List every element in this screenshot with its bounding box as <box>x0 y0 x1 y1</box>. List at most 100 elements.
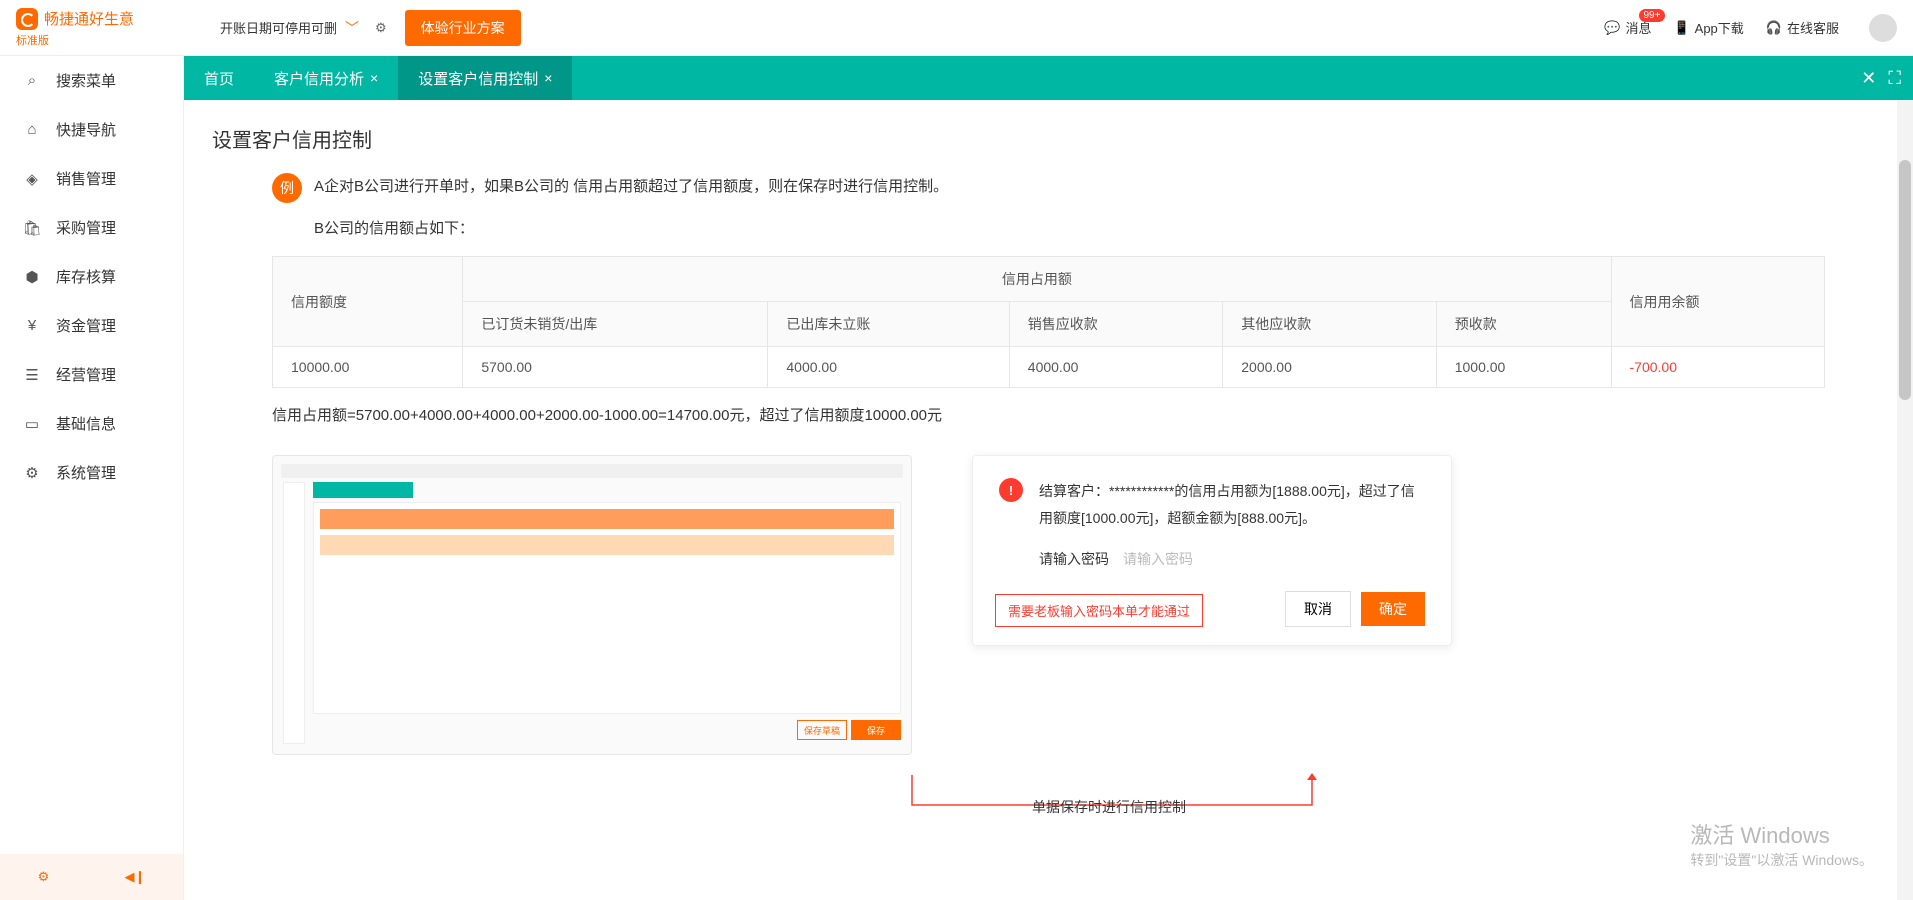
gear-icon: ⚙ <box>22 463 42 483</box>
cell-receivable: 4000.00 <box>1009 347 1222 388</box>
password-callout: 需要老板输入密码本单才能通过 <box>995 594 1203 627</box>
page-title: 设置客户信用控制 <box>212 124 1885 153</box>
app-download-button[interactable]: 📱 App下载 <box>1673 18 1743 37</box>
illustration-row: 保存草稿 保存 ! 结算客户：************的信用占用额为[1888.… <box>272 455 1825 755</box>
sidebar-item-sales[interactable]: ◈ 销售管理 <box>0 154 183 203</box>
phone-icon: 📱 <box>1673 20 1689 36</box>
headset-icon: 🎧 <box>1766 20 1782 36</box>
calculation-text: 信用占用额=5700.00+4000.00+4000.00+2000.00-10… <box>272 404 1825 425</box>
bag-icon: 🛍 <box>22 218 42 238</box>
cancel-button[interactable]: 取消 <box>1285 591 1351 627</box>
settings-icon[interactable]: ⚙ <box>375 20 387 36</box>
cell-prepaid: 1000.00 <box>1436 347 1611 388</box>
sidebar-item-label: 系统管理 <box>56 462 116 483</box>
th-other: 其他应收款 <box>1223 302 1436 347</box>
user-avatar[interactable] <box>1869 14 1897 42</box>
list-icon: ☰ <box>22 365 42 385</box>
sidebar-item-label: 销售管理 <box>56 168 116 189</box>
sidebar-item-label: 快捷导航 <box>56 119 116 140</box>
app-download-label: App下载 <box>1695 18 1744 37</box>
th-balance: 信用用余额 <box>1611 257 1825 347</box>
th-credit-limit: 信用额度 <box>273 257 463 347</box>
tab-credit-analysis[interactable]: 客户信用分析 × <box>254 56 398 100</box>
brand-name: 畅捷通好生意 <box>44 8 134 29</box>
tab-bar: 首页 客户信用分析 × 设置客户信用控制 × ✕ ⛶ <box>184 56 1913 100</box>
cell-other: 2000.00 <box>1223 347 1436 388</box>
box-icon: ⬢ <box>22 267 42 287</box>
close-icon[interactable]: × <box>544 70 552 86</box>
sidebar-item-label: 库存核算 <box>56 266 116 287</box>
sidebar-item-label: 搜索菜单 <box>56 70 116 91</box>
sidebar-item-inventory[interactable]: ⬢ 库存核算 <box>0 252 183 301</box>
tab-label: 设置客户信用控制 <box>418 68 538 89</box>
password-input[interactable]: 请输入密码 <box>1123 549 1193 569</box>
online-service-button[interactable]: 🎧 在线客服 <box>1766 18 1839 37</box>
tab-home[interactable]: 首页 <box>184 56 254 100</box>
table-row: 10000.00 5700.00 4000.00 4000.00 2000.00… <box>273 347 1825 388</box>
scrollbar-track[interactable] <box>1897 100 1913 900</box>
th-prepaid: 预收款 <box>1436 302 1611 347</box>
tab-label: 客户信用分析 <box>274 68 364 89</box>
th-ordered: 已订货未销货/出库 <box>463 302 768 347</box>
online-service-label: 在线客服 <box>1787 18 1839 37</box>
sidebar-item-label: 基础信息 <box>56 413 116 434</box>
chevron-down-icon: ﹀ <box>345 18 359 38</box>
ok-button[interactable]: 确定 <box>1361 592 1425 626</box>
cell-ordered: 5700.00 <box>463 347 768 388</box>
footer-gear-icon[interactable]: ⚙ <box>38 869 50 885</box>
logo-mark-icon <box>16 8 38 30</box>
sidebar-item-label: 资金管理 <box>56 315 116 336</box>
embedded-screenshot: 保存草稿 保存 <box>272 455 912 755</box>
sidebar-item-label: 采购管理 <box>56 217 116 238</box>
sidebar: ⌕ 搜索菜单 ⌂ 快捷导航 ◈ 销售管理 🛍 采购管理 ⬢ 库存核算 ¥ 资金管… <box>0 56 184 900</box>
th-receivable: 销售应收款 <box>1009 302 1222 347</box>
tab-label: 首页 <box>204 68 234 89</box>
scrollbar-thumb[interactable] <box>1899 160 1911 400</box>
id-icon: ▭ <box>22 414 42 434</box>
th-usage-group: 信用占用额 <box>463 257 1611 302</box>
ss-save-draft-button: 保存草稿 <box>797 720 847 740</box>
sidebar-item-quicknav[interactable]: ⌂ 快捷导航 <box>0 105 183 154</box>
messages-button[interactable]: 💬 消息 99+ <box>1604 18 1651 37</box>
sidebar-item-finance[interactable]: ¥ 资金管理 <box>0 301 183 350</box>
home-icon: ⌂ <box>22 120 42 140</box>
account-period-selector[interactable]: 开账日期可停用可删 ﹀ <box>220 18 359 38</box>
th-shipped: 已出库未立账 <box>768 302 1009 347</box>
industry-solution-button[interactable]: 体验行业方案 <box>405 10 521 46</box>
sidebar-footer: ⚙ ◀❙ <box>0 854 183 900</box>
chat-icon: 💬 <box>1604 20 1620 36</box>
dialog-message: 结算客户：************的信用占用额为[1888.00元]，超过了信用… <box>1039 478 1425 531</box>
brand-logo[interactable]: 畅捷通好生意 标准版 <box>16 8 200 48</box>
sub-text: B公司的信用额占如下： <box>314 217 1825 238</box>
search-icon: ⌕ <box>22 71 42 91</box>
messages-badge: 99+ <box>1639 9 1666 22</box>
tab-credit-control[interactable]: 设置客户信用控制 × <box>398 56 572 100</box>
close-icon[interactable]: × <box>370 70 378 86</box>
sidebar-item-purchase[interactable]: 🛍 采购管理 <box>0 203 183 252</box>
credit-table: 信用额度 信用占用额 信用用余额 已订货未销货/出库 已出库未立账 销售应收款 … <box>272 256 1825 388</box>
annotation-caption: 单据保存时进行信用控制 <box>1032 797 1186 817</box>
password-label: 请输入密码 <box>1039 549 1109 569</box>
example-badge-icon: 例 <box>272 173 302 203</box>
credit-warning-dialog: ! 结算客户：************的信用占用额为[1888.00元]，超过了… <box>972 455 1452 646</box>
brand-edition: 标准版 <box>16 32 49 48</box>
sidebar-item-search[interactable]: ⌕ 搜索菜单 <box>0 56 183 105</box>
topbar: 畅捷通好生意 标准版 开账日期可停用可删 ﹀ ⚙ 体验行业方案 💬 消息 99+… <box>0 0 1913 56</box>
tag-icon: ◈ <box>22 169 42 189</box>
cell-shipped: 4000.00 <box>768 347 1009 388</box>
warning-icon: ! <box>999 478 1023 502</box>
sidebar-item-basicinfo[interactable]: ▭ 基础信息 <box>0 399 183 448</box>
cell-balance: -700.00 <box>1611 347 1825 388</box>
tab-close-all-icon[interactable]: ✕ <box>1861 68 1876 89</box>
example-text: A企对B公司进行开单时，如果B公司的 信用占用额超过了信用额度，则在保存时进行信… <box>314 173 948 200</box>
sidebar-item-label: 经营管理 <box>56 364 116 385</box>
selector-label: 开账日期可停用可删 <box>220 18 337 37</box>
fullscreen-icon[interactable]: ⛶ <box>1888 68 1901 89</box>
ss-save-button: 保存 <box>851 720 901 740</box>
money-icon: ¥ <box>22 316 42 336</box>
sidebar-item-system[interactable]: ⚙ 系统管理 <box>0 448 183 497</box>
page-content: 设置客户信用控制 例 A企对B公司进行开单时，如果B公司的 信用占用额超过了信用… <box>184 100 1913 900</box>
cell-credit-limit: 10000.00 <box>273 347 463 388</box>
sidebar-item-operation[interactable]: ☰ 经营管理 <box>0 350 183 399</box>
collapse-icon[interactable]: ◀❙ <box>124 869 145 885</box>
